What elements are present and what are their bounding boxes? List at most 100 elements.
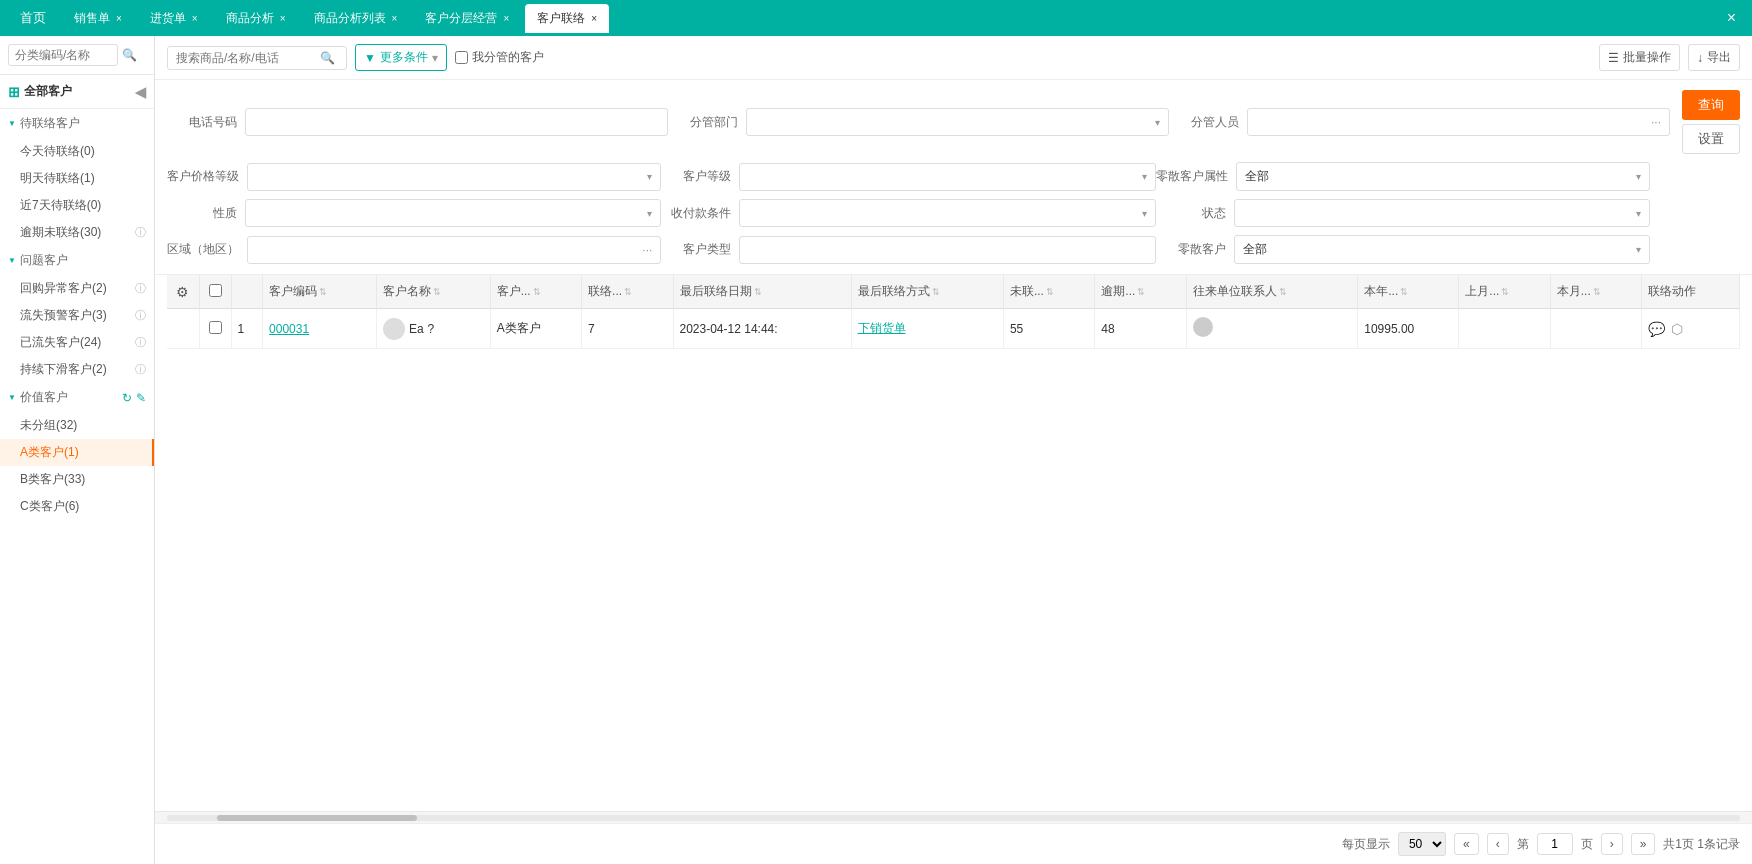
page-number-input[interactable] — [1537, 833, 1573, 855]
nature-dropdown[interactable]: ▾ — [245, 199, 661, 227]
close-segment-tab[interactable]: × — [503, 13, 509, 24]
sort-this-month[interactable]: ⇅ — [1593, 287, 1601, 297]
row-checkbox[interactable] — [209, 321, 222, 334]
col-action-label: 联络动作 — [1648, 283, 1696, 300]
sidebar-item-overdue[interactable]: 逾期未联络(30) ⓘ — [0, 219, 154, 246]
price-grade-dropdown[interactable]: ▾ — [247, 163, 661, 191]
sidebar-item-b-class[interactable]: B类客户(33) — [0, 466, 154, 493]
close-analysis-list-tab[interactable]: × — [392, 13, 398, 24]
batch-operation-button[interactable]: ☰ 批量操作 — [1599, 44, 1680, 71]
payment-dropdown[interactable]: ▾ — [739, 199, 1155, 227]
scrollbar-track[interactable] — [167, 815, 1740, 821]
close-contact-tab[interactable]: × — [591, 13, 597, 24]
sort-last-month[interactable]: ⇅ — [1501, 287, 1509, 297]
row-check — [199, 309, 231, 349]
query-button[interactable]: 查询 — [1682, 90, 1740, 120]
nav-tab-sales[interactable]: 销售单 × — [62, 4, 134, 33]
dept-label: 分管部门 — [668, 114, 738, 131]
batch-btn-label: 批量操作 — [1623, 49, 1671, 66]
close-purchase-tab[interactable]: × — [192, 13, 198, 24]
manager-input[interactable]: ··· — [1247, 108, 1670, 136]
sort-no-contact[interactable]: ⇅ — [1046, 287, 1054, 297]
close-sales-tab[interactable]: × — [116, 13, 122, 24]
customer-grade-dropdown[interactable]: ▾ — [739, 163, 1155, 191]
select-all-checkbox[interactable] — [209, 284, 222, 297]
payment-arrow: ▾ — [1142, 208, 1147, 219]
sidebar-search-input[interactable] — [8, 44, 118, 66]
sidebar-item-churned[interactable]: 已流失客户(24) ⓘ — [0, 329, 154, 356]
retail-attr-dropdown[interactable]: 全部 ▾ — [1236, 162, 1650, 191]
first-page-button[interactable]: « — [1454, 833, 1479, 855]
sidebar-search-icon[interactable]: 🔍 — [122, 48, 137, 62]
sidebar-item-repurchase-abnormal[interactable]: 回购异常客户(2) ⓘ — [0, 275, 154, 302]
sort-contact[interactable]: ⇅ — [624, 287, 632, 297]
phone-input[interactable] — [245, 108, 668, 136]
sort-code[interactable]: ⇅ — [319, 287, 327, 297]
retail-customer-dropdown[interactable]: 全部 ▾ — [1234, 235, 1650, 264]
sidebar-collapse-btn[interactable]: ◀ — [135, 84, 146, 100]
prev-page-button[interactable]: ‹ — [1487, 833, 1509, 855]
sidebar-item-today[interactable]: 今天待联络(0) — [0, 138, 154, 165]
sort-name[interactable]: ⇅ — [433, 287, 441, 297]
customer-type-input[interactable] — [739, 236, 1155, 264]
sort-overdue[interactable]: ⇅ — [1137, 287, 1145, 297]
table-settings-icon[interactable]: ⚙ — [176, 284, 189, 300]
col-contact-label: 联络... — [588, 283, 622, 300]
nav-tab-customer-contact[interactable]: 客户联络 × — [525, 4, 609, 33]
sidebar-item-ungrouped[interactable]: 未分组(32) — [0, 412, 154, 439]
pending-triangle: ▼ — [8, 119, 16, 128]
status-dropdown[interactable]: ▾ — [1234, 199, 1650, 227]
my-customer-checkbox-area[interactable]: 我分管的客户 — [455, 49, 544, 66]
col-customer-type: 客户...⇅ — [490, 275, 581, 309]
toolbar-search-input[interactable] — [176, 51, 316, 65]
col-name: 客户名称⇅ — [376, 275, 490, 309]
unit-contact-avatar — [1193, 317, 1213, 337]
toolbar-search-box[interactable]: 🔍 — [167, 46, 347, 70]
customer-code-link[interactable]: 000031 — [269, 322, 309, 336]
sidebar-item-7days[interactable]: 近7天待联络(0) — [0, 192, 154, 219]
nav-tab-customer-segment[interactable]: 客户分层经营 × — [413, 4, 521, 33]
region-input[interactable]: ··· — [247, 236, 661, 264]
sort-date[interactable]: ⇅ — [754, 287, 762, 297]
sort-unit[interactable]: ⇅ — [1279, 287, 1287, 297]
more-filter-button[interactable]: ▼ 更多条件 ▾ — [355, 44, 447, 71]
last-page-button[interactable]: » — [1631, 833, 1656, 855]
action-message-icon[interactable]: 💬 — [1648, 321, 1665, 337]
all-customers-label[interactable]: 全部客户 — [24, 83, 72, 100]
next-page-button[interactable]: › — [1601, 833, 1623, 855]
sidebar-item-churn-warning[interactable]: 流失预警客户(3) ⓘ — [0, 302, 154, 329]
horizontal-scrollbar[interactable] — [155, 811, 1752, 823]
filter-cell-retail-customer: 零散客户 全部 ▾ — [1156, 235, 1650, 264]
action-connect-icon[interactable]: ⬡ — [1671, 321, 1683, 337]
nav-tab-purchase[interactable]: 进货单 × — [138, 4, 210, 33]
dept-dropdown[interactable]: ▾ — [746, 108, 1169, 136]
value-section-label[interactable]: 价值客户 — [20, 389, 68, 406]
sort-type[interactable]: ⇅ — [533, 287, 541, 297]
sort-year[interactable]: ⇅ — [1400, 287, 1408, 297]
scrollbar-thumb[interactable] — [217, 815, 417, 821]
value-refresh-icon[interactable]: ↻ — [122, 391, 132, 405]
sidebar-item-declining[interactable]: 持续下滑客户(2) ⓘ — [0, 356, 154, 383]
sidebar-item-a-class[interactable]: A类客户(1) — [0, 439, 154, 466]
content-area: 🔍 ▼ 更多条件 ▾ 我分管的客户 ☰ 批量操作 ↓ 导出 — [155, 36, 1752, 864]
table-row: 1 000031 Ea ? A类客户 7 — [167, 309, 1740, 349]
sidebar-item-c-class[interactable]: C类客户(6) — [0, 493, 154, 520]
filter-cell-dept: 分管部门 ▾ — [668, 108, 1169, 136]
my-customer-checkbox[interactable] — [455, 51, 468, 64]
problem-section-title[interactable]: ▼ 问题客户 — [0, 246, 154, 275]
contact-method-link[interactable]: 下销货单 — [858, 321, 906, 335]
value-edit-icon[interactable]: ✎ — [136, 391, 146, 405]
sort-method[interactable]: ⇅ — [932, 287, 940, 297]
value-section-header: ▼ 价值客户 ↻ ✎ — [0, 383, 154, 412]
sidebar-item-tomorrow[interactable]: 明天待联络(1) — [0, 165, 154, 192]
window-close-button[interactable]: × — [1719, 5, 1744, 31]
settings-button[interactable]: 设置 — [1682, 124, 1740, 154]
nav-home[interactable]: 首页 — [8, 3, 58, 33]
col-seq — [231, 275, 263, 309]
export-button[interactable]: ↓ 导出 — [1688, 44, 1740, 71]
page-size-select[interactable]: 50 — [1398, 832, 1446, 856]
pending-section-title[interactable]: ▼ 待联络客户 — [0, 109, 154, 138]
nav-tab-analysis-list[interactable]: 商品分析列表 × — [302, 4, 410, 33]
nav-tab-analysis[interactable]: 商品分析 × — [214, 4, 298, 33]
close-analysis-tab[interactable]: × — [280, 13, 286, 24]
